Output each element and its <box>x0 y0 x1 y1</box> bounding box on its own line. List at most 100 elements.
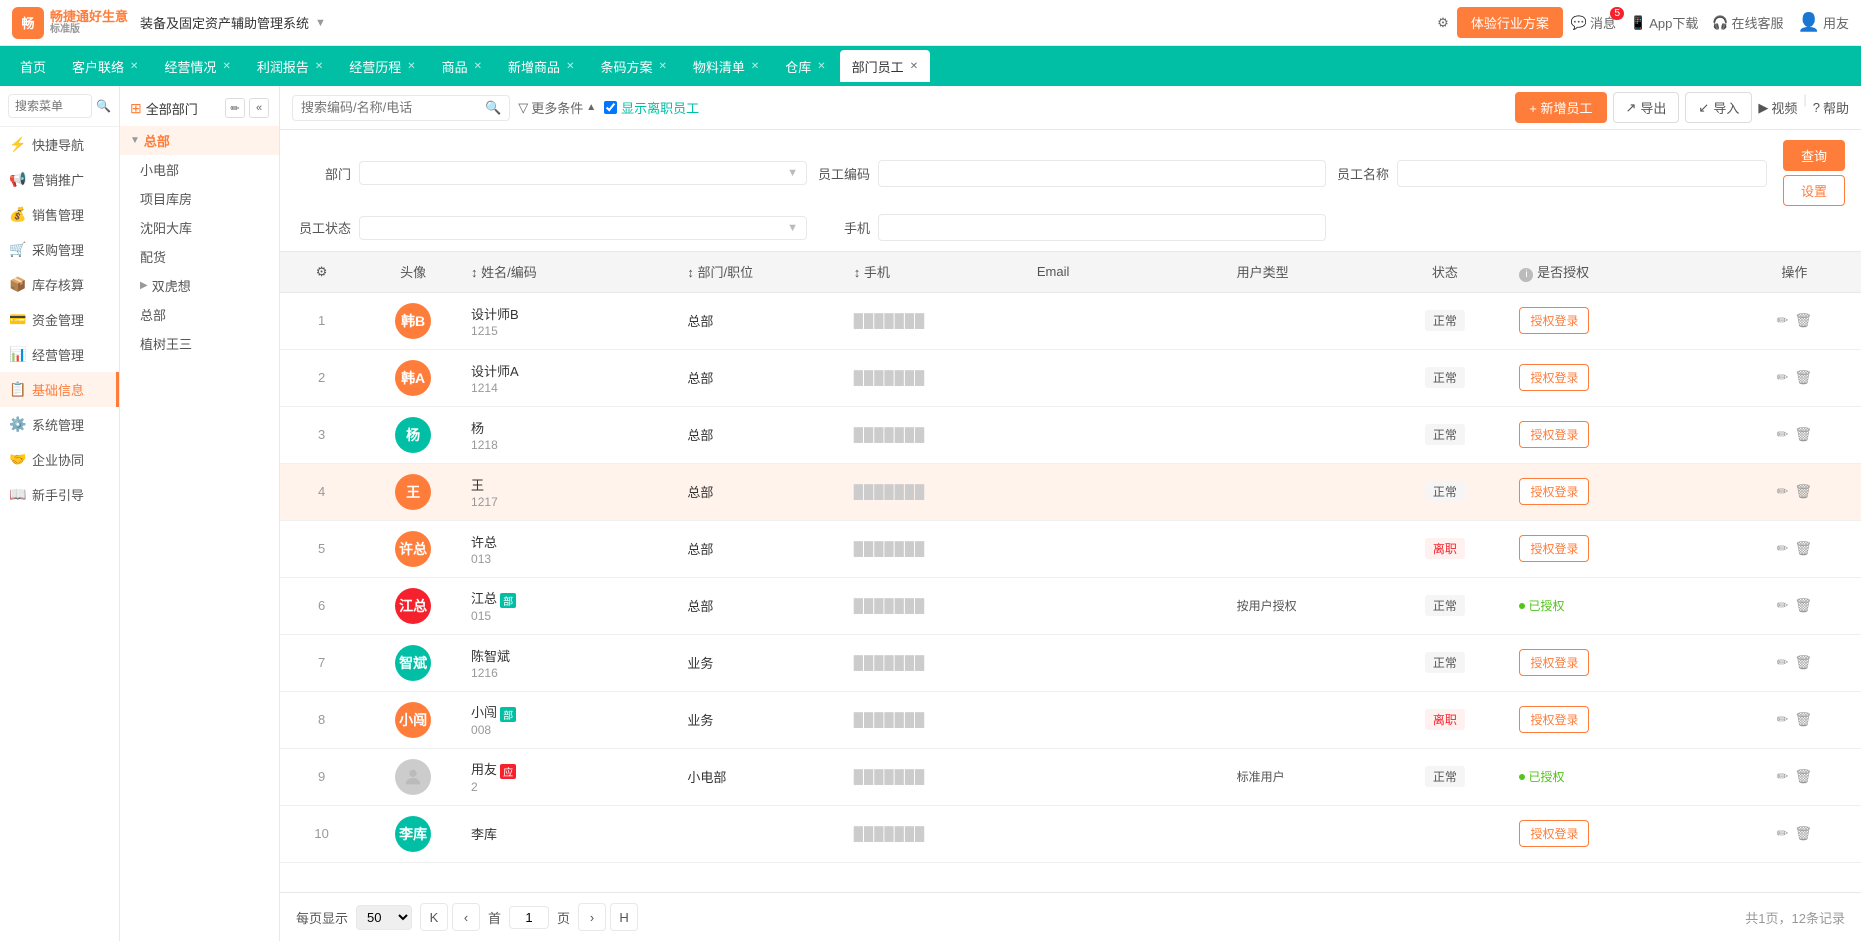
dept-item-shenyang[interactable]: 沈阳大库 <box>120 213 279 242</box>
tab-customer[interactable]: 客户联络 ✕ <box>60 50 150 82</box>
settings-icon[interactable]: ⚙ <box>316 264 328 279</box>
user-avatar-item[interactable]: 👤 用友 <box>1798 12 1849 33</box>
sidebar-item-basic[interactable]: 📋 基础信息 <box>0 372 119 407</box>
delete-button[interactable]: 🗑 <box>1794 654 1812 671</box>
sidebar-item-management[interactable]: 📊 经营管理 <box>0 337 119 372</box>
video-button[interactable]: ▶ 视频 <box>1758 92 1797 123</box>
sidebar-item-sales[interactable]: 💰 销售管理 <box>0 197 119 232</box>
delete-button[interactable]: 🗑 <box>1794 483 1812 500</box>
auth-info-icon[interactable]: i <box>1519 268 1533 282</box>
dropdown-arrow-icon[interactable]: ▼ <box>315 17 326 29</box>
next-page-btn[interactable]: › <box>578 903 606 931</box>
page-number-input[interactable] <box>509 906 549 929</box>
last-page-btn[interactable]: H <box>610 903 638 931</box>
sidebar-item-system[interactable]: ⚙️ 系统管理 <box>0 407 119 442</box>
edit-button[interactable]: ✏ <box>1777 597 1789 614</box>
tab-add-goods[interactable]: 新增商品 ✕ <box>496 50 586 82</box>
show-resigned-checkbox[interactable]: 显示离职员工 <box>604 98 699 117</box>
tab-close-profit[interactable]: ✕ <box>315 61 323 72</box>
gear-icon[interactable]: ⚙ <box>1437 15 1449 31</box>
tab-close-warehouse[interactable]: ✕ <box>817 61 825 72</box>
edit-button[interactable]: ✏ <box>1777 540 1789 557</box>
delete-button[interactable]: 🗑 <box>1794 597 1812 614</box>
tab-close-customer[interactable]: ✕ <box>130 61 138 72</box>
edit-button[interactable]: ✏ <box>1777 711 1789 728</box>
reset-button[interactable]: 设置 <box>1783 175 1845 206</box>
dept-item-distribution[interactable]: 配货 <box>120 242 279 271</box>
tab-close-operation[interactable]: ✕ <box>222 61 230 72</box>
dept-item-zongbu2[interactable]: 总部 <box>120 300 279 329</box>
employee-name-input[interactable] <box>1397 160 1767 187</box>
search-button[interactable]: 查询 <box>1783 140 1845 171</box>
sidebar-item-collab[interactable]: 🤝 企业协同 <box>0 442 119 477</box>
tab-history[interactable]: 经营历程 ✕ <box>337 50 427 82</box>
auth-login-button[interactable]: 授权登录 <box>1519 535 1589 562</box>
sort-dept-icon[interactable]: ↕ <box>687 265 694 280</box>
edit-button[interactable]: ✏ <box>1777 483 1789 500</box>
delete-button[interactable]: 🗑 <box>1794 825 1812 842</box>
employee-code-input[interactable] <box>878 160 1326 187</box>
auth-login-button[interactable]: 授权登录 <box>1519 478 1589 505</box>
edit-button[interactable]: ✏ <box>1777 654 1789 671</box>
page-size-select[interactable]: 50 100 200 <box>356 905 412 930</box>
sidebar-item-guide[interactable]: 📖 新手引导 <box>0 477 119 512</box>
auth-login-button[interactable]: 授权登录 <box>1519 364 1589 391</box>
app-download-item[interactable]: 📱 App下载 <box>1630 13 1698 32</box>
auth-login-button[interactable]: 授权登录 <box>1519 649 1589 676</box>
tab-profit[interactable]: 利润报告 ✕ <box>245 50 335 82</box>
more-filter-btn[interactable]: ▽ 更多条件 ▲ <box>518 98 596 117</box>
delete-button[interactable]: 🗑 <box>1794 312 1812 329</box>
tab-close-history[interactable]: ✕ <box>407 61 415 72</box>
show-resigned-input[interactable] <box>604 101 617 114</box>
auth-login-button[interactable]: 授权登录 <box>1519 706 1589 733</box>
auth-login-button[interactable]: 授权登录 <box>1519 820 1589 847</box>
dept-item-plant[interactable]: 植树王三 <box>120 329 279 358</box>
tab-close-goods[interactable]: ✕ <box>474 61 482 72</box>
tab-warehouse[interactable]: 仓库 ✕ <box>773 50 837 82</box>
dept-collapse-btn[interactable]: « <box>249 98 269 118</box>
import-button[interactable]: ↙ 导入 <box>1685 92 1752 123</box>
tab-operation[interactable]: 经营情况 ✕ <box>152 50 242 82</box>
dept-item-project[interactable]: 项目库房 <box>120 184 279 213</box>
tab-close-department[interactable]: ✕ <box>910 61 918 72</box>
help-button[interactable]: ? 帮助 <box>1813 92 1849 123</box>
delete-button[interactable]: 🗑 <box>1794 768 1812 785</box>
tab-department[interactable]: 部门员工 ✕ <box>840 50 930 82</box>
edit-button[interactable]: ✏ <box>1777 426 1789 443</box>
trial-button[interactable]: 体验行业方案 <box>1457 7 1563 38</box>
delete-button[interactable]: 🗑 <box>1794 369 1812 386</box>
add-employee-button[interactable]: + 新增员工 <box>1515 92 1606 123</box>
auth-login-button[interactable]: 授权登录 <box>1519 421 1589 448</box>
tab-bom[interactable]: 物料清单 ✕ <box>681 50 771 82</box>
first-page-btn[interactable]: K <box>420 903 448 931</box>
edit-button[interactable]: ✏ <box>1777 825 1789 842</box>
status-filter-dropdown[interactable]: ▼ <box>359 216 807 240</box>
sidebar-item-finance[interactable]: 💳 资金管理 <box>0 302 119 337</box>
sort-name-icon[interactable]: ↕ <box>471 265 478 280</box>
tab-home[interactable]: 首页 <box>8 50 58 82</box>
prev-page-btn[interactable]: ‹ <box>452 903 480 931</box>
auth-login-button[interactable]: 授权登录 <box>1519 307 1589 334</box>
message-icon-item[interactable]: 💬 消息 5 <box>1571 13 1616 32</box>
tab-close-bom[interactable]: ✕ <box>751 61 759 72</box>
edit-button[interactable]: ✏ <box>1777 369 1789 386</box>
tab-goods[interactable]: 商品 ✕ <box>430 50 494 82</box>
dept-item-zongbu[interactable]: ▼ 总部 <box>120 126 279 155</box>
tab-close-add-goods[interactable]: ✕ <box>566 61 574 72</box>
sidebar-item-quick-nav[interactable]: ⚡ 快捷导航 <box>0 127 119 162</box>
online-service-item[interactable]: 🎧 在线客服 <box>1712 13 1783 32</box>
phone-input[interactable] <box>878 214 1326 241</box>
tab-close-barcode[interactable]: ✕ <box>658 61 666 72</box>
sidebar-item-marketing[interactable]: 📢 营销推广 <box>0 162 119 197</box>
sidebar-item-inventory[interactable]: 📦 库存核算 <box>0 267 119 302</box>
dept-edit-btn[interactable]: ✏ <box>225 98 245 118</box>
dept-filter-dropdown[interactable]: ▼ <box>359 161 807 185</box>
search-input[interactable] <box>301 100 481 115</box>
sort-phone-icon[interactable]: ↕ <box>854 265 861 280</box>
edit-button[interactable]: ✏ <box>1777 312 1789 329</box>
sidebar-item-purchase[interactable]: 🛒 采购管理 <box>0 232 119 267</box>
sidebar-search-input[interactable] <box>8 94 92 118</box>
dept-item-shuanghu[interactable]: ▶ 双虎想 <box>120 271 279 300</box>
delete-button[interactable]: 🗑 <box>1794 711 1812 728</box>
export-button[interactable]: ↗ 导出 <box>1613 92 1680 123</box>
